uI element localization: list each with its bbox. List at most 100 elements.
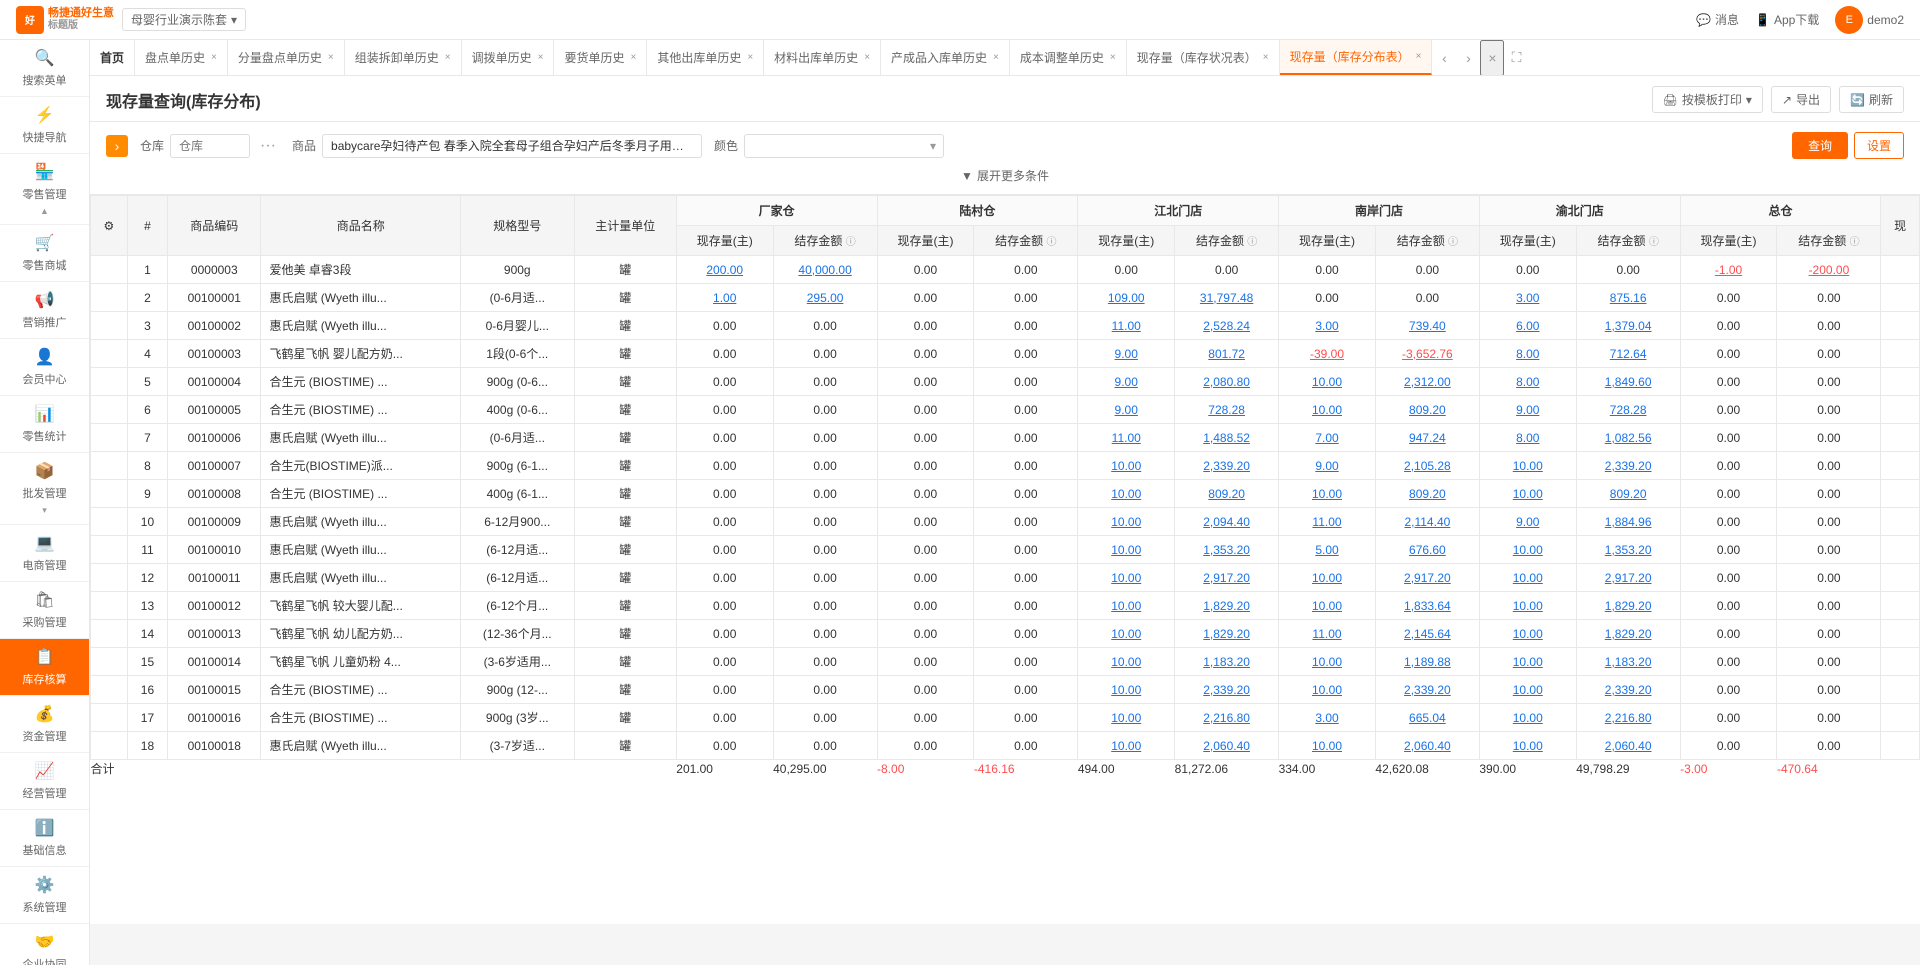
next-tab-btn[interactable]: › (1456, 40, 1480, 76)
close-all-tabs-btn[interactable]: × (1480, 40, 1504, 76)
close-icon[interactable]: × (1263, 52, 1269, 63)
sidebar-item-retail-mgmt[interactable]: 🏪 零售管理 ▲ (0, 154, 89, 225)
close-icon[interactable]: × (538, 52, 544, 63)
close-icon[interactable]: × (1110, 52, 1116, 63)
close-icon[interactable]: × (747, 52, 753, 63)
color-input[interactable] (744, 134, 944, 158)
user-area[interactable]: E demo2 (1835, 6, 1904, 34)
app-download-btn[interactable]: 📱 App下载 (1755, 11, 1819, 28)
table-cell: 14 (127, 620, 167, 648)
sidebar-item-mall[interactable]: 🛒 零售商城 (0, 225, 89, 282)
sidebar-item-ops[interactable]: 📈 经营管理 (0, 753, 89, 810)
sidebar-item-shortcut[interactable]: ⚡ 快捷导航 (0, 97, 89, 154)
table-cell: 2 (127, 284, 167, 312)
table-cell: 0.00 (1680, 396, 1777, 424)
tab-order[interactable]: 要货单历史 × (554, 40, 647, 75)
table-cell: 10.00 (1078, 508, 1175, 536)
close-icon[interactable]: × (1416, 51, 1422, 62)
table-cell: -200.00 (1777, 256, 1881, 284)
table-cell: 00100001 (168, 284, 261, 312)
settings-btn[interactable]: 设置 (1854, 132, 1904, 159)
color-dropdown-icon[interactable]: ▾ (930, 139, 936, 153)
table-cell (91, 620, 128, 648)
table-cell: 罐 (574, 564, 676, 592)
sidebar-item-basics[interactable]: ℹ️ 基础信息 (0, 810, 89, 867)
sidebar-item-search[interactable]: 🔍 搜索英单 (0, 40, 89, 97)
tab-material-out[interactable]: 材料出库单历史 × (764, 40, 881, 75)
handshake-icon: 🤝 (35, 932, 55, 952)
table-cell (91, 424, 128, 452)
table-cell: 6.00 (1479, 312, 1576, 340)
sidebar-label: 基础信息 (23, 842, 67, 858)
sidebar-item-inventory[interactable]: 📋 库存核算 (0, 639, 89, 696)
expand-tabs-btn[interactable]: ⛶ (1504, 40, 1528, 76)
company-select[interactable]: 母婴行业演示陈套 ▾ (122, 8, 246, 31)
toggle-filter-btn[interactable]: › (106, 135, 128, 157)
prev-tab-btn[interactable]: ‹ (1432, 40, 1456, 76)
print-btn[interactable]: 🖨 按模板打印 ▾ (1652, 86, 1763, 113)
table-cell: 0.00 (1777, 340, 1881, 368)
box-icon: 📦 (35, 461, 55, 481)
tab-product-in[interactable]: 产成品入库单历史 × (881, 40, 1010, 75)
query-btn[interactable]: 查询 (1792, 132, 1848, 159)
sidebar-item-ecommerce[interactable]: 💻 电商管理 (0, 525, 89, 582)
close-icon[interactable]: × (864, 52, 870, 63)
avatar: E (1835, 6, 1863, 34)
close-icon[interactable]: × (328, 52, 334, 63)
tab-home[interactable]: 首页 (90, 40, 135, 75)
tab-transfer[interactable]: 调拨单历史 × (462, 40, 555, 75)
table-cell: 10.00 (1479, 564, 1576, 592)
table-cell: 0.00 (1777, 620, 1881, 648)
refresh-btn[interactable]: 🔄 刷新 (1839, 86, 1904, 113)
table-cell: 10.00 (1279, 648, 1376, 676)
tab-inventory-check[interactable]: 盘点单历史 × (135, 40, 228, 75)
sidebar-item-marketing[interactable]: 📢 营销推广 (0, 282, 89, 339)
close-icon[interactable]: × (211, 52, 217, 63)
table-cell: 0.00 (773, 704, 877, 732)
sidebar-item-purchase[interactable]: 🛍 采购管理 (0, 582, 89, 639)
table-cell: 10.00 (1479, 480, 1576, 508)
table-row: 1800100018惠氏启赋 (Wyeth illu...(3-7岁适...罐0… (91, 732, 1920, 760)
sidebar-item-wholesale[interactable]: 📦 批发管理 ▾ (0, 453, 89, 525)
tab-cost-adjust[interactable]: 成本调整单历史 × (1010, 40, 1127, 75)
sidebar-label: 经营管理 (23, 785, 67, 801)
table-cell: 00100007 (168, 452, 261, 480)
tab-stock-dist[interactable]: 现存量（库存分布表） × (1280, 40, 1433, 75)
expand-conditions-btn[interactable]: ▼ 展开更多条件 (961, 167, 1049, 184)
table-cell: 40,000.00 (773, 256, 877, 284)
message-label: 消息 (1715, 11, 1739, 28)
table-cell: 6 (127, 396, 167, 424)
sidebar-item-retail-stats[interactable]: 📊 零售统计 (0, 396, 89, 453)
table-cell: 16 (127, 676, 167, 704)
tab-other-out[interactable]: 其他出库单历史 × (647, 40, 764, 75)
tab-stock-status[interactable]: 现存量（库存状况表） × (1127, 40, 1280, 75)
table-cell: 1,849.60 (1576, 368, 1680, 396)
sidebar-item-members[interactable]: 👤 会员中心 (0, 339, 89, 396)
tab-assemble[interactable]: 组装拆卸单历史 × (345, 40, 462, 75)
table-cell (91, 676, 128, 704)
sidebar-label: 采购管理 (23, 614, 67, 630)
table-cell: 0.00 (676, 648, 773, 676)
close-icon[interactable]: × (445, 52, 451, 63)
sidebar-item-system[interactable]: ⚙️ 系统管理 (0, 867, 89, 924)
warehouse-select-btn[interactable]: ··· (256, 137, 280, 155)
col-gear[interactable]: ⚙ (91, 196, 128, 256)
close-icon[interactable]: × (630, 52, 636, 63)
goods-input[interactable] (322, 134, 702, 158)
table-cell: 罐 (574, 480, 676, 508)
tab-sub-inventory[interactable]: 分量盘点单历史 × (228, 40, 345, 75)
close-icon[interactable]: × (993, 52, 999, 63)
company-name: 母婴行业演示陈套 (131, 11, 227, 28)
table-cell: 801.72 (1175, 340, 1279, 368)
table-cell: 9.00 (1279, 452, 1376, 480)
warehouse-input[interactable] (170, 134, 250, 158)
col-na-qty: 现存量(主) (1279, 226, 1376, 256)
sidebar-item-collab[interactable]: 🤝 企业协同 (0, 924, 89, 965)
table-cell: 飞鹤星飞帆 婴儿配方奶... (261, 340, 460, 368)
sidebar-item-finance[interactable]: 💰 资金管理 (0, 696, 89, 753)
message-btn[interactable]: 💬 消息 (1696, 11, 1739, 28)
table-row: 1500100014飞鹤星飞帆 儿童奶粉 4...(3-6岁适用...罐0.00… (91, 648, 1920, 676)
table-area[interactable]: ⚙ # 商品编码 商品名称 规格型号 主计量单位 厂家仓 陆村仓 江北门店 南岸… (90, 195, 1920, 924)
table-cell: 0.00 (676, 340, 773, 368)
export-btn[interactable]: ↗ 导出 (1771, 86, 1831, 113)
